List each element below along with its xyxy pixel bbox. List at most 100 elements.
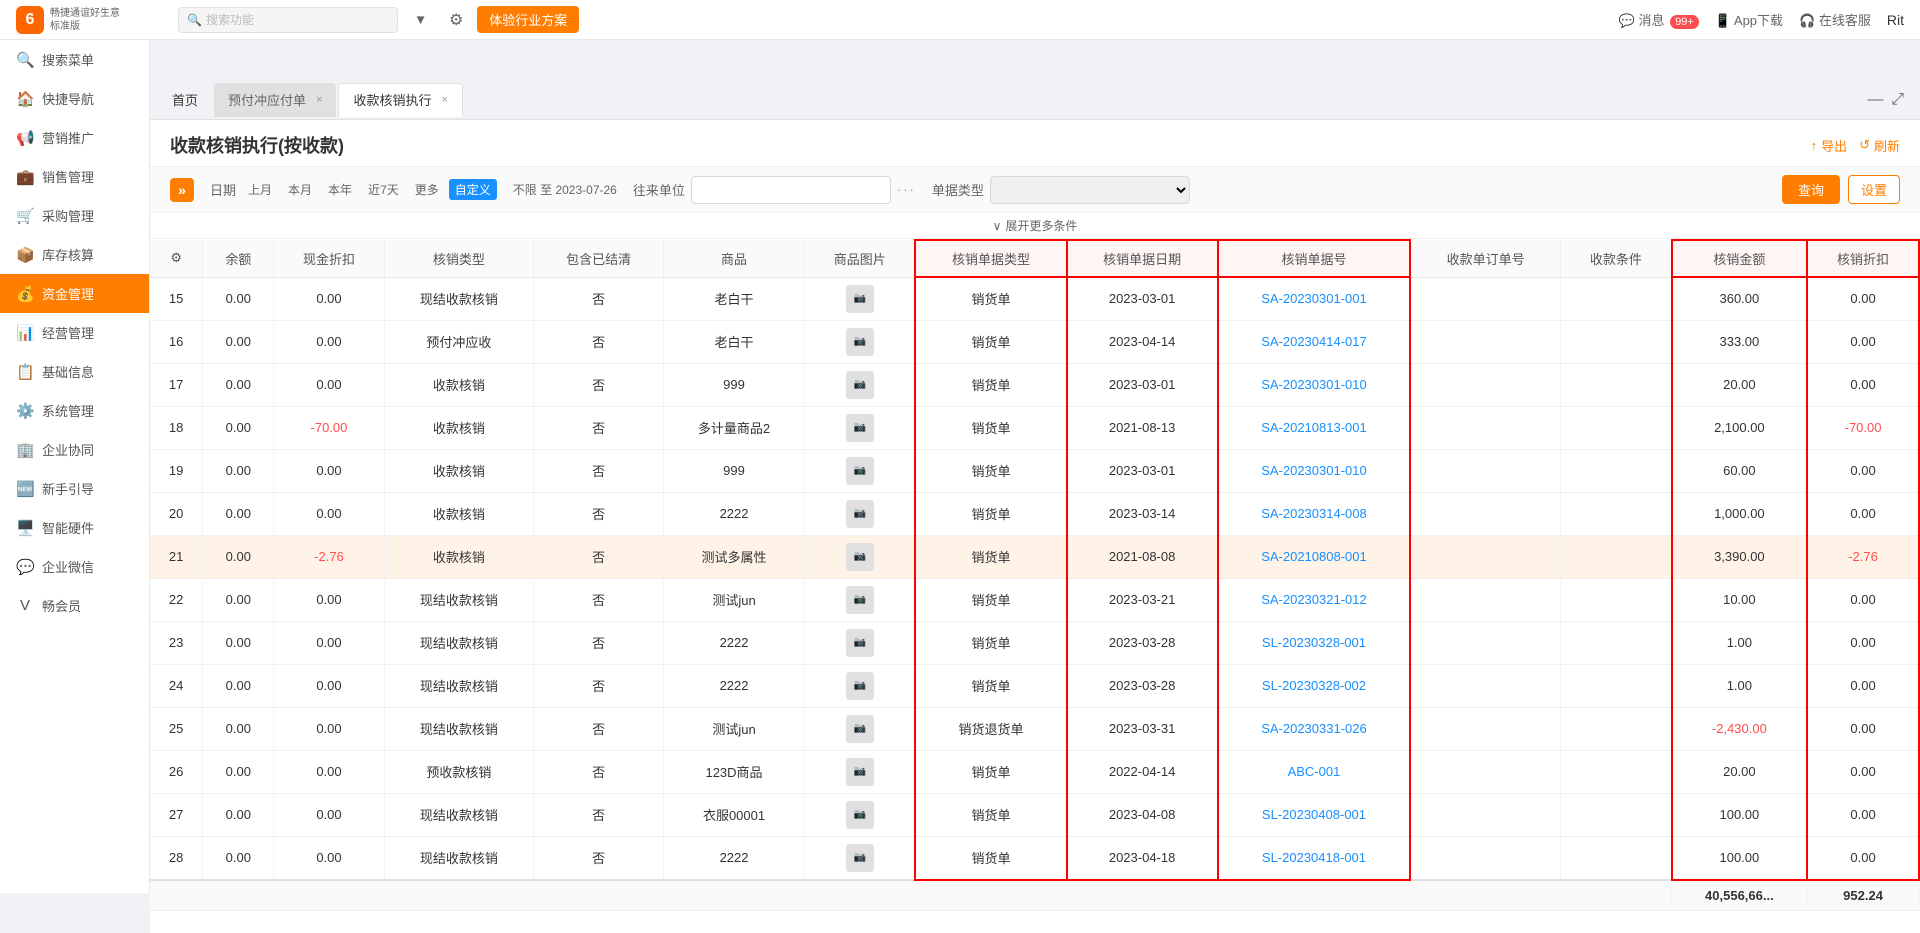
cell-write-off-discount: 0.00 — [1807, 707, 1919, 750]
date-filter-group: 日期 上月 本月 本年 近7天 更多 自定义 — [210, 179, 497, 200]
table-row: 26 0.00 0.00 预收款核销 否 123D商品 📷 销货单 2022-0… — [150, 750, 1919, 793]
cell-bill-type: 销货单 — [915, 492, 1066, 535]
cell-bill-no[interactable]: SA-20230321-012 — [1218, 578, 1411, 621]
query-btn[interactable]: 查询 — [1782, 175, 1840, 204]
cell-bill-no[interactable]: SA-20230301-010 — [1218, 363, 1411, 406]
tab-collection[interactable]: 收款核销执行 × — [338, 83, 462, 117]
cell-cash-discount: 0.00 — [274, 363, 384, 406]
cell-bill-type: 销货单 — [915, 750, 1066, 793]
cell-goods: 999 — [664, 449, 805, 492]
trial-industry-btn[interactable]: 体验行业方案 — [477, 6, 579, 33]
cell-bill-no[interactable]: SA-20230301-010 — [1218, 449, 1411, 492]
cell-bill-no[interactable]: SA-20230301-001 — [1218, 277, 1411, 320]
sidebar-item-quick-nav[interactable]: 🏠 快捷导航 — [0, 79, 149, 118]
cell-receipt-condition — [1561, 750, 1672, 793]
messages-btn[interactable]: 💬 消息 99+ — [1619, 10, 1699, 29]
top-right: 💬 消息 99+ 📱 App下载 🎧 在线客服 Rit — [1619, 10, 1904, 29]
messages-badge: 99+ — [1670, 15, 1699, 29]
cell-include-settled: 否 — [534, 449, 664, 492]
cell-receipt-order-no — [1410, 750, 1560, 793]
cell-receipt-order-no — [1410, 449, 1560, 492]
cell-cash-discount: 0.00 — [274, 793, 384, 836]
cell-bill-no[interactable]: SL-20230408-001 — [1218, 793, 1411, 836]
col-cash-discount: 现金折扣 — [274, 240, 384, 277]
sidebar-item-sales[interactable]: 💼 销售管理 — [0, 157, 149, 196]
online-service-btn[interactable]: 🎧 在线客服 — [1799, 10, 1871, 29]
sidebar-item-operations[interactable]: 📊 经营管理 — [0, 313, 149, 352]
cell-goods-img: 📷 — [804, 578, 915, 621]
cell-seq: 24 — [150, 664, 203, 707]
search-dropdown-btn[interactable]: ▼ — [406, 7, 435, 33]
unit-filter-input[interactable] — [691, 176, 891, 204]
sidebar-item-finance[interactable]: 💰 资金管理 — [0, 274, 149, 313]
date-last-7days-btn[interactable]: 近7天 — [362, 179, 405, 200]
col-gear[interactable]: ⚙ — [150, 240, 203, 277]
cell-bill-type: 销货单 — [915, 363, 1066, 406]
cell-write-off-discount: 0.00 — [1807, 621, 1919, 664]
sidebar-item-basic-info[interactable]: 📋 基础信息 — [0, 352, 149, 391]
cell-bill-no[interactable]: SL-20230328-002 — [1218, 664, 1411, 707]
cell-bill-no[interactable]: SA-20230331-026 — [1218, 707, 1411, 750]
page-title: 收款核销执行(按收款) — [170, 132, 344, 158]
sidebar-item-wechat[interactable]: 💬 企业微信 — [0, 547, 149, 586]
cell-bill-no[interactable]: SA-20230414-017 — [1218, 320, 1411, 363]
bill-type-filter-group: 单据类型 — [932, 176, 1190, 204]
tab-minimize-icon[interactable]: — — [1867, 91, 1883, 109]
cell-bill-no[interactable]: ABC-001 — [1218, 750, 1411, 793]
sidebar-item-system[interactable]: ⚙️ 系统管理 — [0, 391, 149, 430]
date-custom-btn[interactable]: 自定义 — [449, 179, 497, 200]
data-table: ⚙ 余额 现金折扣 核销类型 包含已结清 商品 商品图片 核销单据类型 核销单据… — [150, 239, 1920, 911]
cell-write-off-discount: 0.00 — [1807, 320, 1919, 363]
export-btn[interactable]: ↑ 导出 — [1811, 136, 1848, 155]
expand-collapse-btn[interactable]: » — [170, 178, 194, 202]
tab-prepaid[interactable]: 预付冲应付单 × — [214, 83, 336, 117]
bill-type-select[interactable] — [990, 176, 1190, 204]
cell-bill-no[interactable]: SA-20210808-001 — [1218, 535, 1411, 578]
expand-more-btn[interactable]: ∨ 展开更多条件 — [993, 217, 1078, 234]
refresh-icon: ↺ — [1859, 137, 1870, 153]
cell-bill-no[interactable]: SL-20230418-001 — [1218, 836, 1411, 880]
sidebar-item-hardware[interactable]: 🖥️ 智能硬件 — [0, 508, 149, 547]
filter-settings-btn[interactable]: 设置 — [1848, 175, 1900, 204]
cell-goods: 2222 — [664, 664, 805, 707]
cell-balance: 0.00 — [203, 363, 274, 406]
table-row: 25 0.00 0.00 现结收款核销 否 测试jun 📷 销货退货单 2023… — [150, 707, 1919, 750]
unit-dots: ··· — [897, 182, 916, 197]
sidebar-item-purchase[interactable]: 🛒 采购管理 — [0, 196, 149, 235]
date-range-group: 不限 至 2023-07-26 — [513, 181, 617, 198]
sidebar-item-guide[interactable]: 🆕 新手引导 — [0, 469, 149, 508]
cell-write-off-amount: 333.00 — [1672, 320, 1807, 363]
sidebar-item-vip[interactable]: V 畅会员 — [0, 586, 149, 625]
date-this-month-btn[interactable]: 本月 — [282, 179, 318, 200]
search-bar[interactable]: 🔍 搜索功能 — [178, 7, 398, 33]
cell-write-off-type: 现结收款核销 — [384, 578, 534, 621]
date-more-btn[interactable]: 更多 — [409, 179, 445, 200]
cell-cash-discount: -2.76 — [274, 535, 384, 578]
tab-maximize-icon[interactable]: ⤢ — [1891, 91, 1904, 109]
cell-seq: 20 — [150, 492, 203, 535]
cell-bill-no[interactable]: SA-20230314-008 — [1218, 492, 1411, 535]
date-last-month-btn[interactable]: 上月 — [242, 179, 278, 200]
cell-write-off-discount: -70.00 — [1807, 406, 1919, 449]
tab-home[interactable]: 首页 — [158, 83, 212, 117]
cell-receipt-order-no — [1410, 535, 1560, 578]
tab-collection-close[interactable]: × — [441, 94, 447, 106]
cell-include-settled: 否 — [534, 277, 664, 320]
cell-cash-discount: 0.00 — [274, 492, 384, 535]
date-this-year-btn[interactable]: 本年 — [322, 179, 358, 200]
cell-bill-no[interactable]: SA-20210813-001 — [1218, 406, 1411, 449]
sidebar-label-quick-nav: 快捷导航 — [42, 89, 94, 108]
sidebar-item-enterprise[interactable]: 🏢 企业协同 — [0, 430, 149, 469]
col-bill-type: 核销单据类型 — [915, 240, 1066, 277]
cell-bill-no[interactable]: SL-20230328-001 — [1218, 621, 1411, 664]
table-container[interactable]: ⚙ 余额 现金折扣 核销类型 包含已结清 商品 商品图片 核销单据类型 核销单据… — [150, 239, 1920, 933]
sidebar-item-inventory[interactable]: 📦 库存核算 — [0, 235, 149, 274]
refresh-btn[interactable]: ↺ 刷新 — [1859, 136, 1900, 155]
sidebar-item-search[interactable]: 🔍 搜索菜单 — [0, 40, 149, 79]
cell-seq: 23 — [150, 621, 203, 664]
settings-icon-btn[interactable]: ⚙ — [443, 7, 469, 33]
cell-goods: 老白干 — [664, 277, 805, 320]
tab-prepaid-close[interactable]: × — [316, 94, 322, 106]
app-download-btn[interactable]: 📱 App下载 — [1715, 10, 1783, 29]
sidebar-item-marketing[interactable]: 📢 营销推广 — [0, 118, 149, 157]
